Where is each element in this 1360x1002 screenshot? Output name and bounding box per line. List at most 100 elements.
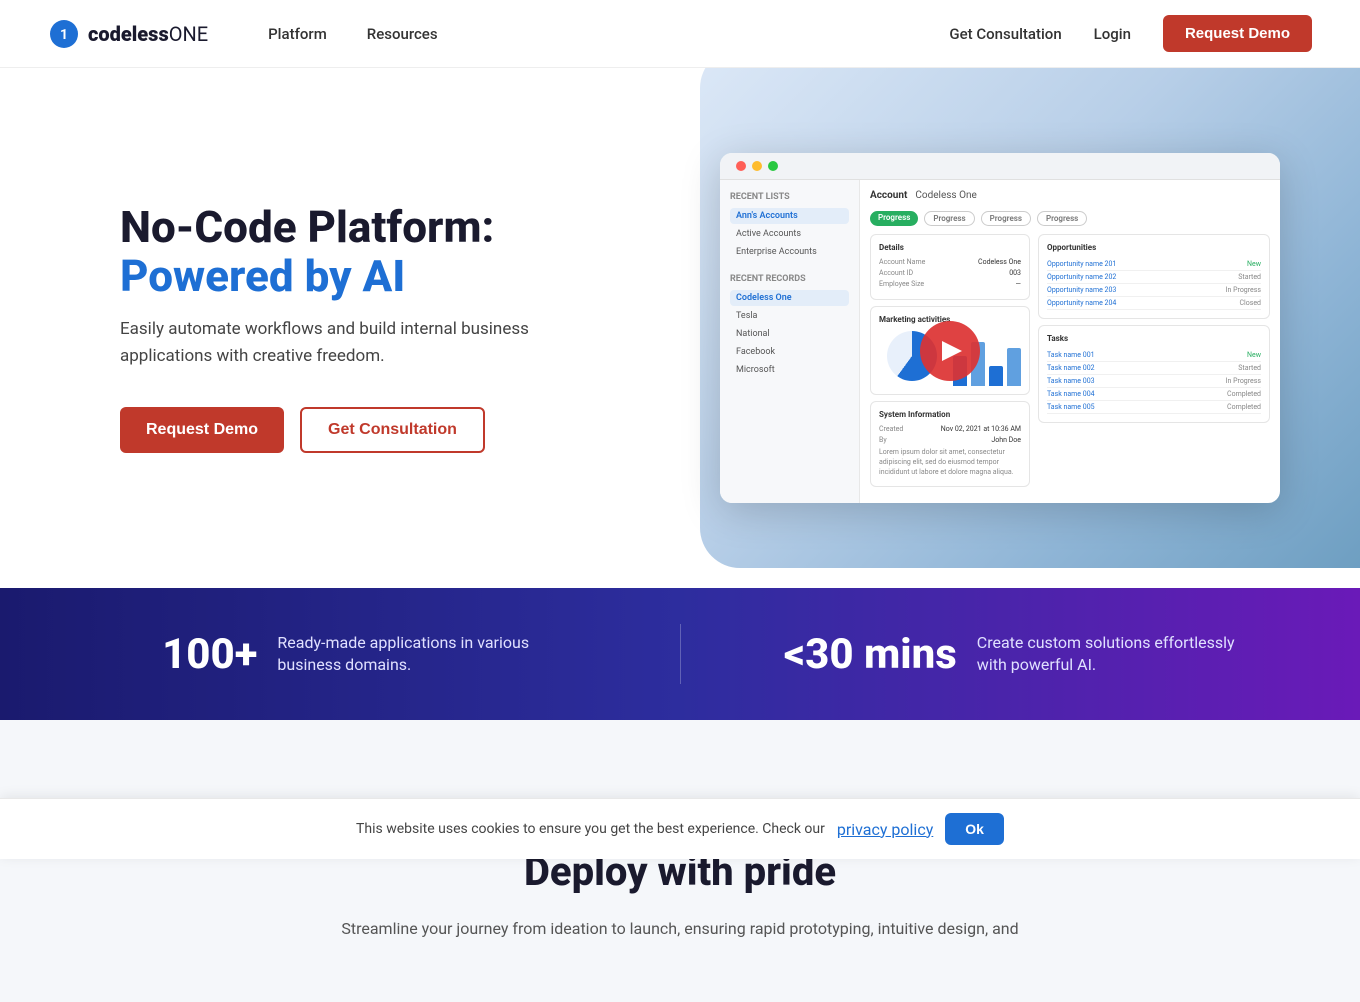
logo-text: codelessONE: [88, 22, 208, 46]
opportunities-list: Opportunity name 201 New Opportunity nam…: [1047, 258, 1261, 310]
tasks-card: Tasks Task name 001 New Task name 002 St…: [1038, 325, 1270, 423]
detail-row: Employee Size —: [879, 280, 1021, 288]
nav-resources[interactable]: Resources: [367, 25, 438, 43]
logo[interactable]: 1 codelessONE: [48, 18, 208, 50]
nav-platform[interactable]: Platform: [268, 25, 327, 43]
system-info-title: System Information: [879, 410, 1021, 419]
stat-divider: [680, 624, 681, 684]
sidebar-recent-lists: Recent Lists Ann's Accounts Active Accou…: [730, 192, 849, 260]
sidebar-record-item[interactable]: Microsoft: [730, 362, 849, 378]
play-icon: [942, 341, 962, 361]
stat-desc-1: Ready-made applications in various busin…: [277, 632, 537, 677]
nav-request-demo-button[interactable]: Request Demo: [1163, 15, 1312, 52]
hero-subtitle: Easily automate workflows and build inte…: [120, 316, 560, 370]
navbar: 1 codelessONE Platform Resources Get Con…: [0, 0, 1360, 68]
app-mockup: Recent Lists Ann's Accounts Active Accou…: [720, 153, 1280, 502]
mockup-header: [720, 153, 1280, 180]
mockup-sidebar: Recent Lists Ann's Accounts Active Accou…: [720, 180, 860, 502]
sidebar-record-item[interactable]: National: [730, 326, 849, 342]
mockup-left-col: Details Account Name Codeless One Accoun…: [870, 234, 1030, 492]
bar: [1007, 348, 1021, 386]
mockup-dot-yellow: [752, 161, 762, 171]
task-name: Task name 004: [1047, 390, 1095, 398]
hero-section: No-Code Platform: Powered by AI Easily a…: [0, 68, 1360, 588]
mockup-main-header: Account Codeless One: [870, 190, 1270, 201]
cookie-ok-button[interactable]: Ok: [945, 813, 1004, 845]
status-bar: Progress Progress Progress Progress: [870, 211, 1270, 226]
opportunities-card: Opportunities Opportunity name 201 New O…: [1038, 234, 1270, 319]
opp-row: Opportunity name 201 New: [1047, 258, 1261, 271]
stat-number-2: <30 mins: [784, 630, 957, 679]
opp-name: Opportunity name 204: [1047, 299, 1116, 307]
hero-content: No-Code Platform: Powered by AI Easily a…: [120, 203, 560, 452]
sidebar-record-item[interactable]: Tesla: [730, 308, 849, 324]
sidebar-record-item[interactable]: Facebook: [730, 344, 849, 360]
hero-consultation-button[interactable]: Get Consultation: [300, 407, 485, 453]
sidebar-list-item[interactable]: Ann's Accounts: [730, 208, 849, 224]
cookie-text: This website uses cookies to ensure you …: [356, 821, 825, 837]
task-status: Completed: [1227, 390, 1261, 398]
marketing-chart-card: Marketing activities: [870, 306, 1030, 395]
build-section: Build with confidence, Deploy with pride…: [0, 720, 1360, 1002]
account-label: Account: [870, 190, 907, 201]
task-row: Task name 005 Completed: [1047, 401, 1261, 414]
mockup-body: Recent Lists Ann's Accounts Active Accou…: [720, 180, 1280, 502]
task-row: Task name 002 Started: [1047, 362, 1261, 375]
detail-label: Account Name: [879, 258, 925, 266]
mockup-dot-red: [736, 161, 746, 171]
task-row: Task name 001 New: [1047, 349, 1261, 362]
lorem-text: Lorem ipsum dolor sit amet, consectetur …: [879, 448, 1021, 477]
task-status: New: [1247, 351, 1261, 359]
svg-text:1: 1: [60, 27, 68, 43]
task-row: Task name 003 In Progress: [1047, 375, 1261, 388]
detail-row: Account Name Codeless One: [879, 258, 1021, 266]
task-status: Started: [1238, 364, 1261, 372]
stat-block-2: <30 mins Create custom solutions effortl…: [741, 630, 1281, 679]
stat-number-1: 100+: [162, 630, 257, 679]
system-row: By John Doe: [879, 436, 1021, 444]
status-chip: Progress: [1037, 211, 1087, 226]
stats-banner: 100+ Ready-made applications in various …: [0, 588, 1360, 720]
detail-value: —: [1016, 280, 1021, 288]
opp-name: Opportunity name 201: [1047, 260, 1116, 268]
privacy-policy-link[interactable]: privacy policy: [837, 820, 933, 839]
build-subtitle: Streamline your journey from ideation to…: [341, 916, 1018, 942]
sidebar-list-item[interactable]: Enterprise Accounts: [730, 244, 849, 260]
opp-status: Started: [1238, 273, 1261, 281]
task-name: Task name 001: [1047, 351, 1095, 359]
nav-consultation[interactable]: Get Consultation: [949, 25, 1061, 43]
opp-row: Opportunity name 202 Started: [1047, 271, 1261, 284]
task-row: Task name 004 Completed: [1047, 388, 1261, 401]
detail-value: 003: [1009, 269, 1021, 277]
logo-icon: 1: [48, 18, 80, 50]
sidebar-lists-title: Recent Lists: [730, 192, 849, 202]
task-status: In Progress: [1226, 377, 1261, 385]
nav-login[interactable]: Login: [1094, 25, 1131, 43]
bar: [989, 366, 1003, 386]
detail-label: Account ID: [879, 269, 913, 277]
task-name: Task name 002: [1047, 364, 1095, 372]
task-name: Task name 005: [1047, 403, 1095, 411]
status-chip-active: Progress: [870, 211, 918, 226]
cookie-banner: This website uses cookies to ensure you …: [0, 798, 1360, 859]
sidebar-list-item[interactable]: Active Accounts: [730, 226, 849, 242]
created-by-value: John Doe: [991, 436, 1021, 444]
opp-status: Closed: [1239, 299, 1261, 307]
sidebar-recent-records: Recent Records Codeless One Tesla Nation…: [730, 274, 849, 378]
detail-row: Account ID 003: [879, 269, 1021, 277]
hero-buttons: Request Demo Get Consultation: [120, 407, 560, 453]
play-button[interactable]: [920, 321, 980, 381]
sidebar-record-item[interactable]: Codeless One: [730, 290, 849, 306]
opportunities-title: Opportunities: [1047, 243, 1261, 252]
opp-name: Opportunity name 203: [1047, 286, 1116, 294]
status-chip: Progress: [924, 211, 974, 226]
tasks-title: Tasks: [1047, 334, 1261, 343]
system-row: Created Nov 02, 2021 at 10:36 AM: [879, 425, 1021, 433]
created-by-label: By: [879, 436, 887, 444]
hero-mockup: Recent Lists Ann's Accounts Active Accou…: [720, 153, 1280, 502]
hero-request-demo-button[interactable]: Request Demo: [120, 407, 284, 453]
system-info-card: System Information Created Nov 02, 2021 …: [870, 401, 1030, 486]
details-card: Details Account Name Codeless One Accoun…: [870, 234, 1030, 300]
mockup-dot-green: [768, 161, 778, 171]
status-chip: Progress: [981, 211, 1031, 226]
